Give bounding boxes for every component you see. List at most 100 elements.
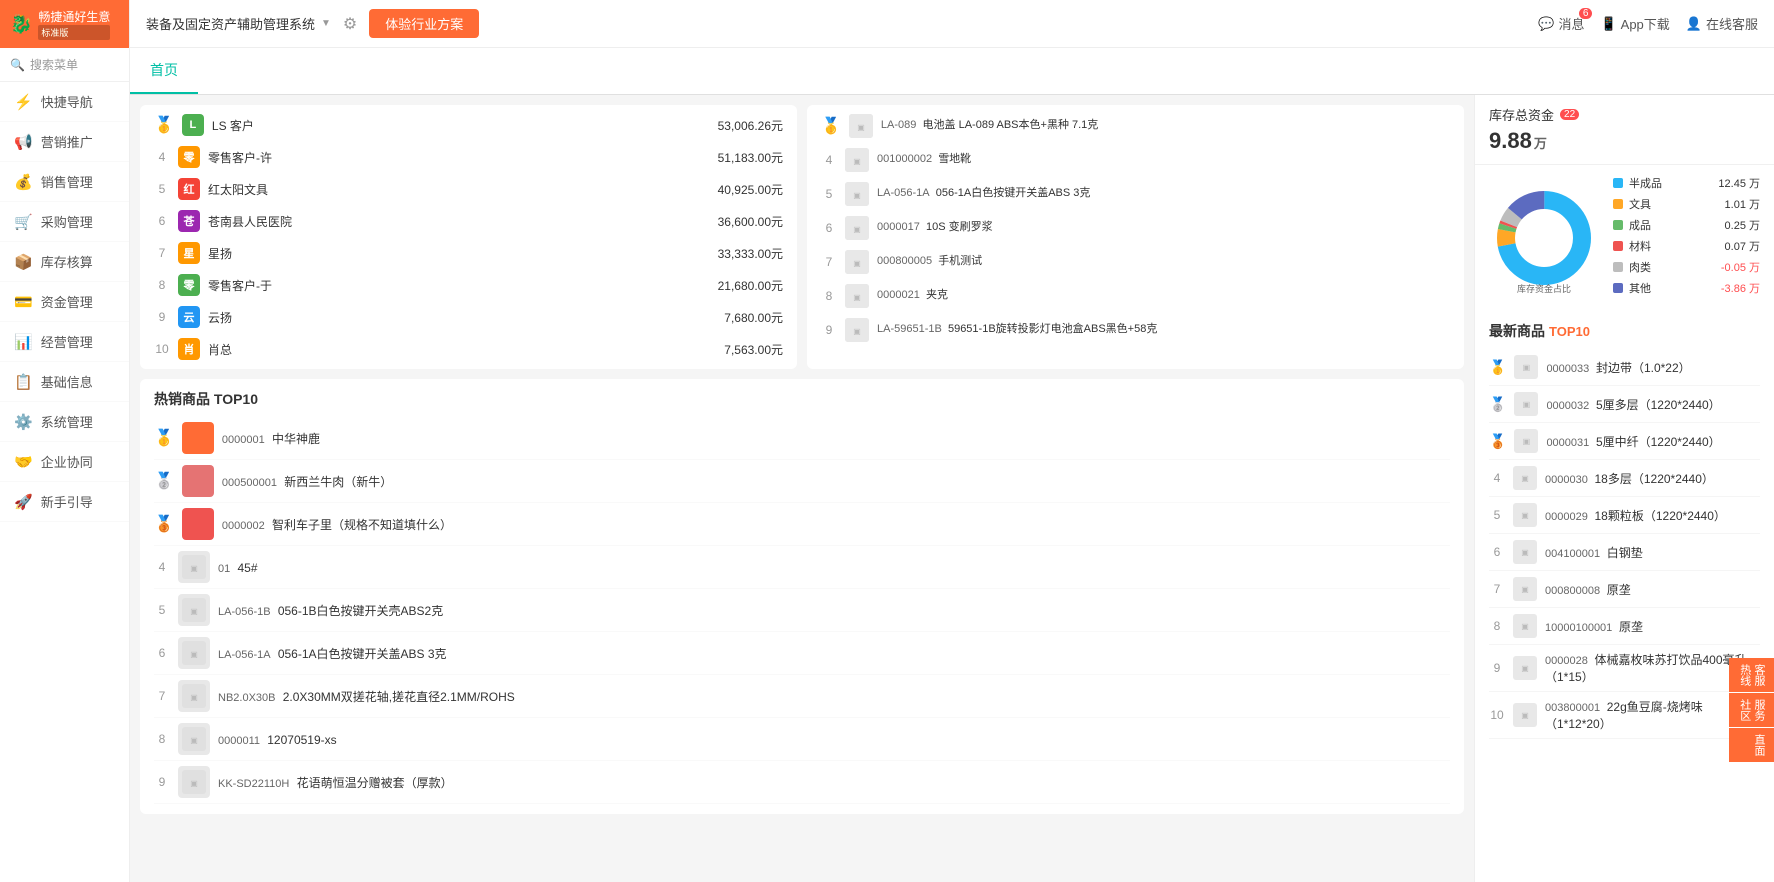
new-product-item[interactable]: 10 ▣ 003800001 22g鱼豆腐-烧烤味（1*12*20） <box>1489 692 1760 739</box>
customer-avatar: 苍 <box>178 210 200 232</box>
new-product-item[interactable]: 9 ▣ 0000028 体械嘉枚味苏打饮品400毫升（1*15） <box>1489 645 1760 692</box>
new-product-item[interactable]: 7 ▣ 000800008 原垄 <box>1489 571 1760 608</box>
hot-info: 0000002 智利车子里（规格不知道填什么） <box>222 516 1450 533</box>
new-rank-num: 5 <box>1489 508 1505 522</box>
prod-code: LA-056-1A <box>877 187 930 199</box>
new-code: 0000028 <box>1545 655 1588 667</box>
sidebar-item-finance[interactable]: 💳 资金管理 <box>0 282 129 322</box>
legend-value: -3.86 万 <box>1721 280 1760 296</box>
customer-row[interactable]: 10 肖 肖总 7,563.00元 <box>140 333 797 365</box>
hot-name: 2.0X30MM双搓花轴,搓花直径2.1MM/ROHS <box>283 690 515 704</box>
product-row[interactable]: 7 ▣ 000800005 手机测试 <box>807 245 1464 279</box>
prod-name: 夹克 <box>926 289 948 301</box>
customer-row[interactable]: 7 星 星扬 33,333.00元 <box>140 237 797 269</box>
sidebar-search[interactable]: 🔍 搜索菜单 <box>0 48 129 82</box>
prod-name: 手机测试 <box>938 255 982 267</box>
product-row[interactable]: 6 ▣ 0000017 10S 变刷罗浆 <box>807 211 1464 245</box>
sidebar-label-operation: 经营管理 <box>41 332 93 351</box>
product-info: LA-59651-1B 59651-1B旋转投影灯电池盒ABS黑色+58克 <box>877 322 1450 337</box>
hot-item[interactable]: 7 ▣ NB2.0X30B 2.0X30MM双搓花轴,搓花直径2.1MM/ROH… <box>154 675 1450 718</box>
hot-item[interactable]: 8 ▣ 0000011 12070519-xs <box>154 718 1450 761</box>
marketing-icon: 📢 <box>14 133 33 151</box>
online-service-item[interactable]: 👤 在线客服 <box>1686 14 1758 33</box>
sidebar-label-marketing: 营销推广 <box>41 132 93 151</box>
prod-code: 0000021 <box>877 289 920 301</box>
product-info: 000800005 手机测试 <box>877 254 1450 269</box>
sidebar-item-sales[interactable]: 💰 销售管理 <box>0 162 129 202</box>
legend-name: 文具 <box>1629 196 1719 212</box>
inventory-amount: 9.88万 <box>1489 128 1760 154</box>
new-code: 003800001 <box>1545 702 1600 714</box>
new-info: 0000033 封边带（1.0*22） <box>1546 359 1760 376</box>
legend-value: 12.45 万 <box>1718 175 1760 191</box>
hot-item[interactable]: 4 ▣ 01 45# <box>154 546 1450 589</box>
new-product-item[interactable]: 6 ▣ 004100001 白钢垫 <box>1489 534 1760 571</box>
float-hotline[interactable]: 客服热线 <box>1729 658 1774 692</box>
new-product-item[interactable]: 4 ▣ 0000030 18多层（1220*2440） <box>1489 460 1760 497</box>
tab-home[interactable]: 首页 <box>130 48 198 94</box>
customer-row[interactable]: 9 云 云扬 7,680.00元 <box>140 301 797 333</box>
gear-icon[interactable]: ⚙ <box>343 14 357 34</box>
new-rank-medal: 🥈 <box>1489 396 1506 413</box>
product-row[interactable]: 5 ▣ LA-056-1A 056-1A白色按键开关盖ABS 3克 <box>807 177 1464 211</box>
hot-item[interactable]: 5 ▣ LA-056-1B 056-1B白色按键开关壳ABS2克 <box>154 589 1450 632</box>
new-product-item[interactable]: 5 ▣ 0000029 18颗粒板（1220*2440） <box>1489 497 1760 534</box>
new-rank-medal: 🥇 <box>1489 359 1506 376</box>
message-item[interactable]: 💬 消息 6 <box>1538 14 1584 33</box>
customer-row[interactable]: 8 零 零售客户-于 21,680.00元 <box>140 269 797 301</box>
customer-avatar: 红 <box>178 178 200 200</box>
legend-dot <box>1613 262 1623 272</box>
product-row[interactable]: 9 ▣ LA-59651-1B 59651-1B旋转投影灯电池盒ABS黑色+58… <box>807 313 1464 347</box>
customer-row[interactable]: 5 红 红太阳文具 40,925.00元 <box>140 173 797 205</box>
hot-code: 0000011 <box>218 735 260 747</box>
trial-button[interactable]: 体验行业方案 <box>369 9 479 38</box>
customer-amount: 7,563.00元 <box>724 341 783 358</box>
search-icon: 🔍 <box>10 58 25 72</box>
hot-item[interactable]: 🥈 000500001 新西兰牛肉（新牛） <box>154 460 1450 503</box>
customer-row[interactable]: 6 苍 苍南县人民医院 36,600.00元 <box>140 205 797 237</box>
customer-avatar: 零 <box>178 274 200 296</box>
sidebar-item-marketing[interactable]: 📢 营销推广 <box>0 122 129 162</box>
hot-info: LA-056-1B 056-1B白色按键开关壳ABS2克 <box>218 602 1450 619</box>
top-header: 装备及固定资产辅助管理系统 ▼ ⚙ 体验行业方案 💬 消息 6 📱 App下载 … <box>130 0 1774 48</box>
new-product-item[interactable]: 🥉 ▣ 0000031 5厘中纤（1220*2440） <box>1489 423 1760 460</box>
sidebar-item-purchase[interactable]: 🛒 采购管理 <box>0 202 129 242</box>
new-product-item[interactable]: 🥈 ▣ 0000032 5厘多层（1220*2440） <box>1489 386 1760 423</box>
product-row[interactable]: 🥇 ▣ LA-089 电池盖 LA-089 ABS本色+黑种 7.1克 <box>807 109 1464 143</box>
svg-text:▣: ▣ <box>857 123 865 132</box>
customer-row[interactable]: 4 零 零售客户-许 51,183.00元 <box>140 141 797 173</box>
sidebar-item-guide[interactable]: 🚀 新手引导 <box>0 482 129 522</box>
customer-row[interactable]: 🥇 L LS 客户 53,006.26元 <box>140 109 797 141</box>
customer-name: 苍南县人民医院 <box>208 213 710 230</box>
product-info: 001000002 雪地靴 <box>877 152 1450 167</box>
hot-item[interactable]: 🥉 0000002 智利车子里（规格不知道填什么） <box>154 503 1450 546</box>
sidebar-item-basic[interactable]: 📋 基础信息 <box>0 362 129 402</box>
dropdown-icon[interactable]: ▼ <box>321 18 331 29</box>
customer-amount: 33,333.00元 <box>718 245 783 262</box>
sidebar-item-quicknav[interactable]: ⚡ 快捷导航 <box>0 82 129 122</box>
hot-thumb-placeholder: ▣ <box>178 680 210 712</box>
sidebar-item-operation[interactable]: 📊 经营管理 <box>0 322 129 362</box>
sidebar-item-system[interactable]: ⚙️ 系统管理 <box>0 402 129 442</box>
donut-svg <box>1489 183 1599 293</box>
hot-item[interactable]: 9 ▣ KK-SD22110H 花语萌恒温分赠被套（厚款） <box>154 761 1450 804</box>
product-row[interactable]: 4 ▣ 001000002 雪地靴 <box>807 143 1464 177</box>
sidebar-item-inventory[interactable]: 📦 库存核算 <box>0 242 129 282</box>
product-info: 0000017 10S 变刷罗浆 <box>877 220 1450 235</box>
product-row[interactable]: 8 ▣ 0000021 夹克 <box>807 279 1464 313</box>
customer-name: 肖总 <box>208 341 716 358</box>
hot-item[interactable]: 🥇 0000001 中华神鹿 <box>154 417 1450 460</box>
sidebar-item-cooperation[interactable]: 🤝 企业协同 <box>0 442 129 482</box>
new-thumb: ▣ <box>1513 703 1537 727</box>
float-direct[interactable]: 直面 <box>1729 728 1774 762</box>
prod-code: 000800005 <box>877 255 932 267</box>
app-download-item[interactable]: 📱 App下载 <box>1600 14 1669 33</box>
float-community[interactable]: 服务社区 <box>1729 693 1774 727</box>
hot-info: KK-SD22110H 花语萌恒温分赠被套（厚款） <box>218 774 1450 791</box>
hot-item[interactable]: 6 ▣ LA-056-1A 056-1A白色按键开关盖ABS 3克 <box>154 632 1450 675</box>
new-product-item[interactable]: 🥇 ▣ 0000033 封边带（1.0*22） <box>1489 349 1760 386</box>
logo-text: 畅捷通好生意 <box>38 8 110 25</box>
new-product-item[interactable]: 8 ▣ 10000100001 原垄 <box>1489 608 1760 645</box>
rank-medal: 🥇 <box>154 115 174 135</box>
svg-text:▣: ▣ <box>853 157 861 166</box>
